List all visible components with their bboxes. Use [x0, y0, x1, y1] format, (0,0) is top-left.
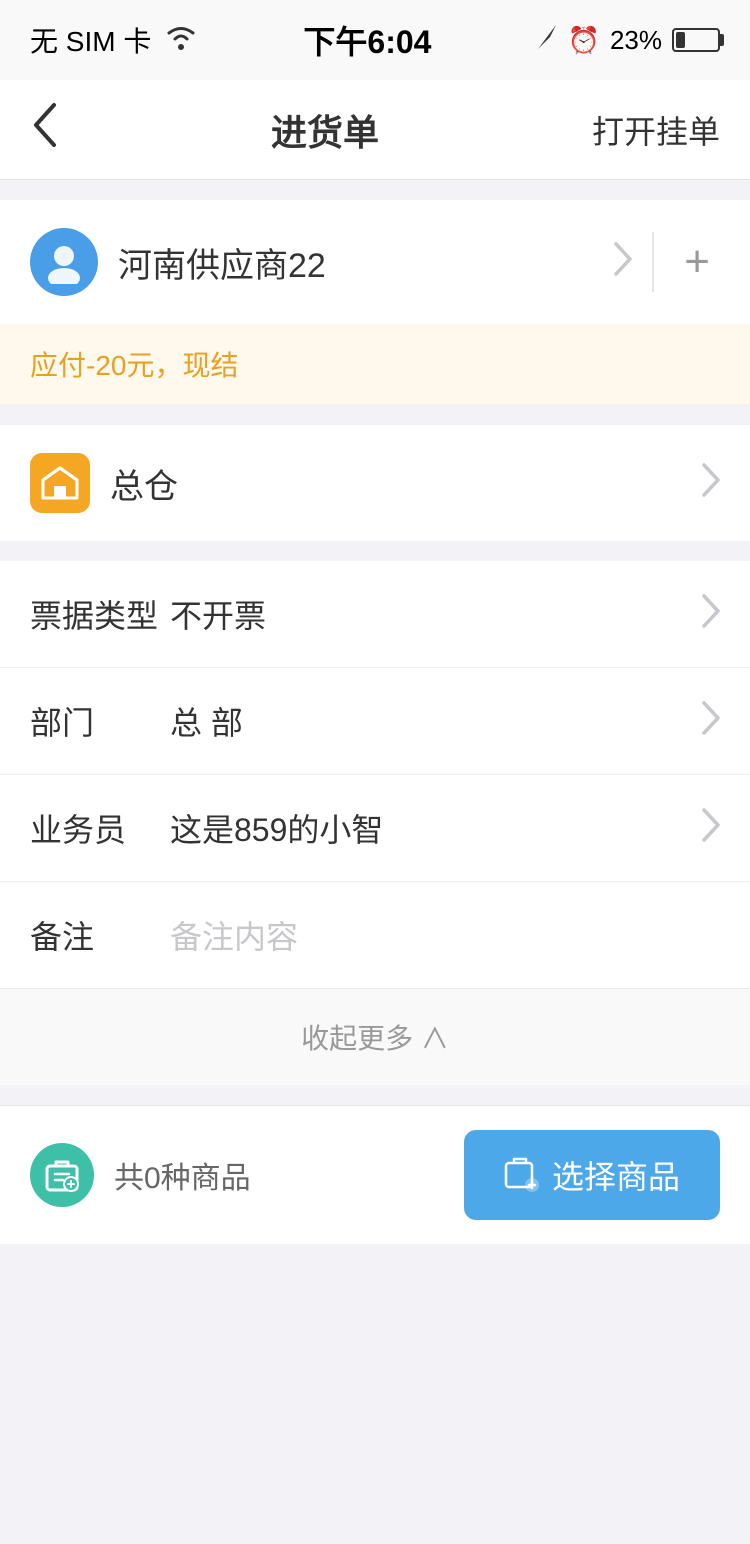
add-supplier-button[interactable]: +	[674, 237, 720, 287]
salesperson-label: 业务员	[30, 805, 170, 851]
warehouse-name: 总仓	[110, 459, 700, 508]
products-info: 共0种商品	[30, 1143, 251, 1207]
invoice-row[interactable]: 票据类型 不开票	[0, 561, 750, 668]
chevron-right-icon	[612, 242, 632, 283]
collapse-button[interactable]: 收起更多 ∧	[0, 988, 750, 1085]
page-title: 进货单	[271, 104, 379, 156]
status-left: 无 SIM 卡	[30, 20, 199, 60]
notice-banner: 应付-20元，现结	[0, 324, 750, 404]
section-gap-2	[0, 404, 750, 424]
status-right: ⏰ 23%	[536, 23, 720, 58]
remark-label: 备注	[30, 912, 170, 958]
invoice-label: 票据类型	[30, 591, 170, 637]
warehouse-icon	[30, 453, 90, 513]
nav-bar: 进货单 打开挂单	[0, 80, 750, 180]
gps-icon	[536, 23, 558, 58]
invoice-value: 不开票	[170, 591, 700, 637]
battery-icon	[672, 28, 720, 52]
warehouse-section: 总仓	[0, 424, 750, 541]
salesperson-chevron-icon	[700, 808, 720, 849]
salesperson-row[interactable]: 业务员 这是859的小智	[0, 775, 750, 882]
bottom-bar: 共0种商品 选择商品	[0, 1105, 750, 1244]
section-gap-1	[0, 180, 750, 200]
alarm-icon: ⏰	[568, 25, 600, 56]
remark-row[interactable]: 备注 备注内容	[0, 882, 750, 988]
dept-value: 总 部	[170, 698, 700, 744]
supplier-name: 河南供应商22	[118, 238, 612, 287]
supplier-row[interactable]: 河南供应商22 +	[0, 200, 750, 324]
select-btn-label: 选择商品	[552, 1152, 680, 1198]
product-icon-wrap	[30, 1143, 94, 1207]
dept-chevron-icon	[700, 701, 720, 742]
remark-input[interactable]: 备注内容	[170, 912, 720, 958]
status-time: 下午6:04	[303, 17, 431, 63]
battery-percent: 23%	[610, 25, 662, 56]
wifi-icon	[163, 23, 199, 58]
supplier-avatar	[30, 228, 98, 296]
supplier-divider	[652, 232, 654, 292]
carrier-label: 无 SIM 卡	[30, 20, 151, 60]
dept-row[interactable]: 部门 总 部	[0, 668, 750, 775]
dept-label: 部门	[30, 698, 170, 744]
form-section: 票据类型 不开票 部门 总 部 业务员 这是859的小智 备注 备注内容	[0, 561, 750, 988]
open-pending-button[interactable]: 打开挂单	[592, 107, 720, 153]
back-button[interactable]	[30, 101, 58, 159]
invoice-chevron-icon	[700, 594, 720, 635]
select-products-button[interactable]: 选择商品	[464, 1130, 720, 1220]
warehouse-chevron-icon	[700, 463, 720, 504]
supplier-section: 河南供应商22 + 应付-20元，现结	[0, 200, 750, 404]
status-bar: 无 SIM 卡 下午6:04 ⏰ 23%	[0, 0, 750, 80]
notice-text: 应付-20元，现结	[30, 350, 238, 381]
product-count: 共0种商品	[114, 1153, 251, 1197]
salesperson-value: 这是859的小智	[170, 805, 700, 851]
warehouse-row[interactable]: 总仓	[0, 424, 750, 541]
page-background	[0, 1244, 750, 1544]
